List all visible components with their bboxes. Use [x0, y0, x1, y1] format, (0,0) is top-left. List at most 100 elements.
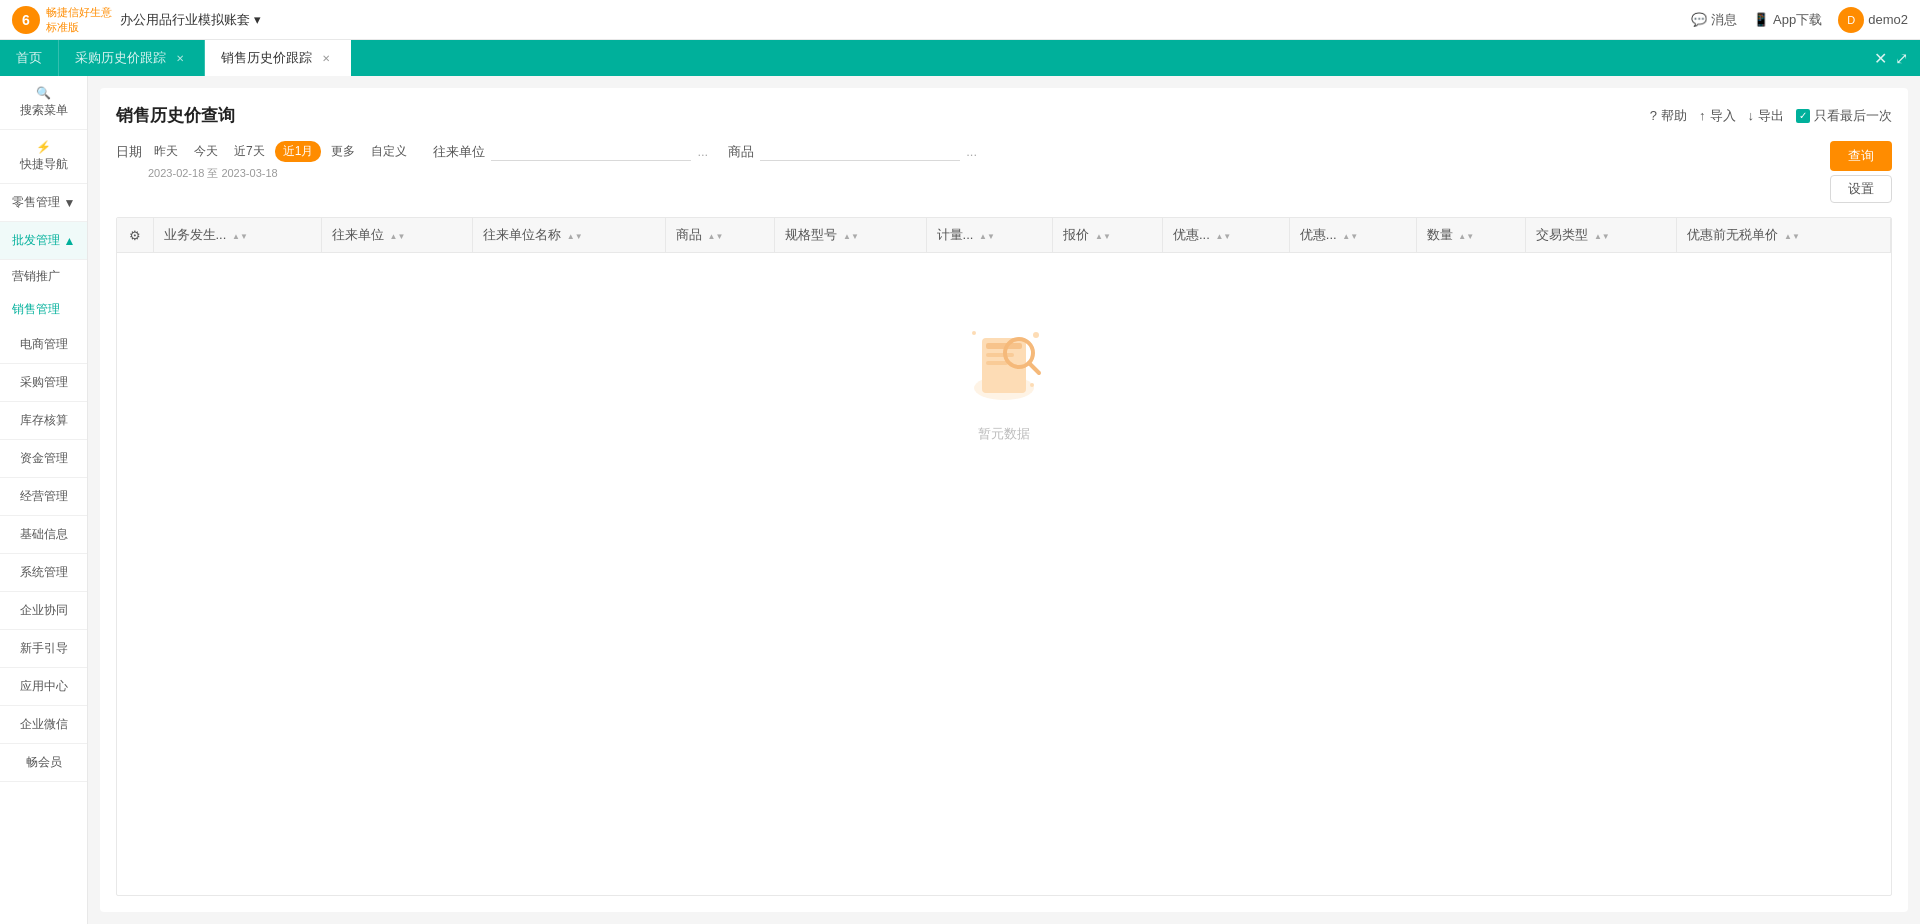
sidebar-item-member[interactable]: 畅会员 — [0, 744, 87, 782]
sidebar-item-ecommerce-mgmt[interactable]: 电商管理 — [0, 326, 87, 364]
table-header-counterparty[interactable]: 往来单位 ▲▼ — [321, 218, 472, 253]
sidebar-item-quick-nav[interactable]: ⚡ 快捷导航 — [0, 130, 87, 184]
sidebar-item-ops-mgmt[interactable]: 经营管理 — [0, 478, 87, 516]
table-header-spec[interactable]: 规格型号 ▲▼ — [775, 218, 926, 253]
table-header-unit[interactable]: 计量... ▲▼ — [926, 218, 1053, 253]
table-header-counterparty-name[interactable]: 往来单位名称 ▲▼ — [473, 218, 666, 253]
top-bar-right: 💬 消息 📱 App下载 D demo2 — [1691, 7, 1908, 33]
logo-icon: 6 — [12, 6, 40, 34]
sidebar-item-purchase-mgmt[interactable]: 采购管理 — [0, 364, 87, 402]
product-dots[interactable]: ... — [966, 144, 977, 159]
date-btn-today[interactable]: 今天 — [188, 141, 224, 162]
table-wrapper: ⚙ 业务发生... ▲▼ 往来单位 ▲▼ — [116, 217, 1892, 896]
sidebar-item-enterprise-collab[interactable]: 企业协同 — [0, 592, 87, 630]
product-input[interactable] — [760, 141, 960, 161]
sort-arrows-pre-tax-price: ▲▼ — [1784, 233, 1800, 241]
sidebar-item-system-mgmt[interactable]: 系统管理 — [0, 554, 87, 592]
export-button[interactable]: ↓ 导出 — [1748, 107, 1785, 125]
app-title-selector[interactable]: 办公用品行业模拟账套 ▾ — [120, 11, 261, 29]
date-btn-7days[interactable]: 近7天 — [228, 141, 271, 162]
table-header-quantity[interactable]: 数量 ▲▼ — [1416, 218, 1526, 253]
table-header-trade-type[interactable]: 交易类型 ▲▼ — [1526, 218, 1677, 253]
counterparty-dots[interactable]: ... — [697, 144, 708, 159]
maximize-window-icon[interactable]: ⤢ — [1895, 49, 1908, 68]
page-header: 销售历史价查询 ? 帮助 ↑ 导入 ↓ 导出 — [116, 104, 1892, 127]
page-content: 销售历史价查询 ? 帮助 ↑ 导入 ↓ 导出 — [88, 76, 1920, 924]
only-last-checkbox[interactable]: ✓ 只看最后一次 — [1796, 107, 1892, 125]
nav-icon: ⚡ — [36, 140, 51, 154]
sidebar-item-sales-mgmt[interactable]: 销售管理 — [0, 293, 87, 326]
sidebar-item-inventory[interactable]: 库存核算 — [0, 402, 87, 440]
table-header-product[interactable]: 商品 ▲▼ — [665, 218, 775, 253]
tab-sales-history-close[interactable]: ✕ — [318, 50, 334, 66]
sidebar-item-enterprise-wechat[interactable]: 企业微信 — [0, 706, 87, 744]
date-btn-yesterday[interactable]: 昨天 — [148, 141, 184, 162]
import-icon: ↑ — [1699, 108, 1706, 123]
svg-point-8 — [1033, 332, 1039, 338]
help-icon: ? — [1650, 108, 1657, 123]
chevron-up-icon-wholesale: ▲ — [64, 234, 76, 248]
empty-state: 暂元数据 — [117, 253, 1891, 503]
tab-home[interactable]: 首页 — [0, 40, 59, 76]
table-header-pre-tax-price[interactable]: 优惠前无税单价 ▲▼ — [1677, 218, 1891, 253]
date-btn-more[interactable]: 更多 — [325, 141, 361, 162]
date-btn-custom[interactable]: 自定义 — [365, 141, 413, 162]
sidebar-item-basic-info[interactable]: 基础信息 — [0, 516, 87, 554]
chevron-up-icon: ▼ — [64, 196, 76, 210]
table-header-discount1[interactable]: 优惠... ▲▼ — [1162, 218, 1289, 253]
sort-arrows-product: ▲▼ — [707, 233, 723, 241]
sidebar-item-new-guide[interactable]: 新手引导 — [0, 630, 87, 668]
sort-arrows-discount2: ▲▼ — [1342, 233, 1358, 241]
table-header-row: ⚙ 业务发生... ▲▼ 往来单位 ▲▼ — [117, 218, 1891, 253]
empty-illustration — [954, 313, 1054, 413]
tab-purchase-history[interactable]: 采购历史价跟踪 ✕ — [59, 40, 205, 76]
empty-text: 暂元数据 — [978, 425, 1030, 443]
page-title: 销售历史价查询 — [116, 104, 235, 127]
page-card: 销售历史价查询 ? 帮助 ↑ 导入 ↓ 导出 — [100, 88, 1908, 912]
export-icon: ↓ — [1748, 108, 1755, 123]
page-actions: ? 帮助 ↑ 导入 ↓ 导出 ✓ 只看最后一次 — [1650, 107, 1892, 125]
tab-bar: 首页 采购历史价跟踪 ✕ 销售历史价跟踪 ✕ ✕ ⤢ — [0, 40, 1920, 76]
sidebar: 🔍 搜索菜单 ⚡ 快捷导航 零售管理 ▼ 批发管理 ▲ 营销推广 销售管理 电商… — [0, 76, 88, 924]
tab-purchase-history-close[interactable]: ✕ — [172, 50, 188, 66]
sidebar-item-retail-mgmt[interactable]: 零售管理 ▼ — [0, 184, 87, 222]
message-icon: 💬 — [1691, 12, 1707, 27]
tab-sales-history[interactable]: 销售历史价跟踪 ✕ — [205, 40, 351, 76]
sidebar-item-app-center[interactable]: 应用中心 — [0, 668, 87, 706]
svg-rect-3 — [986, 353, 1014, 357]
product-filter-group: 商品 ... — [728, 141, 977, 161]
search-icon: 🔍 — [36, 86, 51, 100]
sort-arrows-counterparty-name: ▲▼ — [567, 233, 583, 241]
sidebar-item-marketing-promo[interactable]: 营销推广 — [0, 260, 87, 293]
svg-rect-4 — [986, 361, 1008, 365]
query-btn-group: 查询 设置 — [1830, 141, 1892, 203]
date-label: 日期 — [116, 141, 142, 161]
svg-point-7 — [972, 331, 976, 335]
sidebar-item-wholesale-mgmt[interactable]: 批发管理 ▲ — [0, 222, 87, 260]
table-header-biz-date[interactable]: 业务发生... ▲▼ — [153, 218, 321, 253]
help-button[interactable]: ? 帮助 — [1650, 107, 1687, 125]
date-buttons: 昨天 今天 近7天 近1月 更多 自定义 — [148, 141, 413, 162]
logo-area: 6 畅捷信好生意 标准版 — [12, 5, 112, 34]
message-button[interactable]: 💬 消息 — [1691, 11, 1737, 29]
table-header-price[interactable]: 报价 ▲▼ — [1053, 218, 1163, 253]
table-header-discount2[interactable]: 优惠... ▲▼ — [1289, 218, 1416, 253]
svg-point-9 — [1030, 383, 1034, 387]
phone-icon: 📱 — [1753, 12, 1769, 27]
counterparty-input[interactable] — [491, 141, 691, 161]
user-avatar-button[interactable]: D demo2 — [1838, 7, 1908, 33]
data-table: ⚙ 业务发生... ▲▼ 往来单位 ▲▼ — [117, 218, 1891, 253]
table-header-gear[interactable]: ⚙ — [117, 218, 153, 253]
date-btn-1month[interactable]: 近1月 — [275, 141, 322, 162]
sort-arrows-discount1: ▲▼ — [1215, 233, 1231, 241]
settings-button[interactable]: 设置 — [1830, 175, 1892, 203]
query-button[interactable]: 查询 — [1830, 141, 1892, 171]
counterparty-filter-group: 往来单位 ... — [433, 141, 708, 161]
import-button[interactable]: ↑ 导入 — [1699, 107, 1736, 125]
close-window-icon[interactable]: ✕ — [1874, 49, 1887, 68]
sidebar-item-finance-mgmt[interactable]: 资金管理 — [0, 440, 87, 478]
sidebar-item-search-menu[interactable]: 🔍 搜索菜单 — [0, 76, 87, 130]
counterparty-input-area: ... — [491, 141, 708, 161]
app-download-button[interactable]: 📱 App下载 — [1753, 11, 1822, 29]
product-label: 商品 — [728, 141, 754, 161]
